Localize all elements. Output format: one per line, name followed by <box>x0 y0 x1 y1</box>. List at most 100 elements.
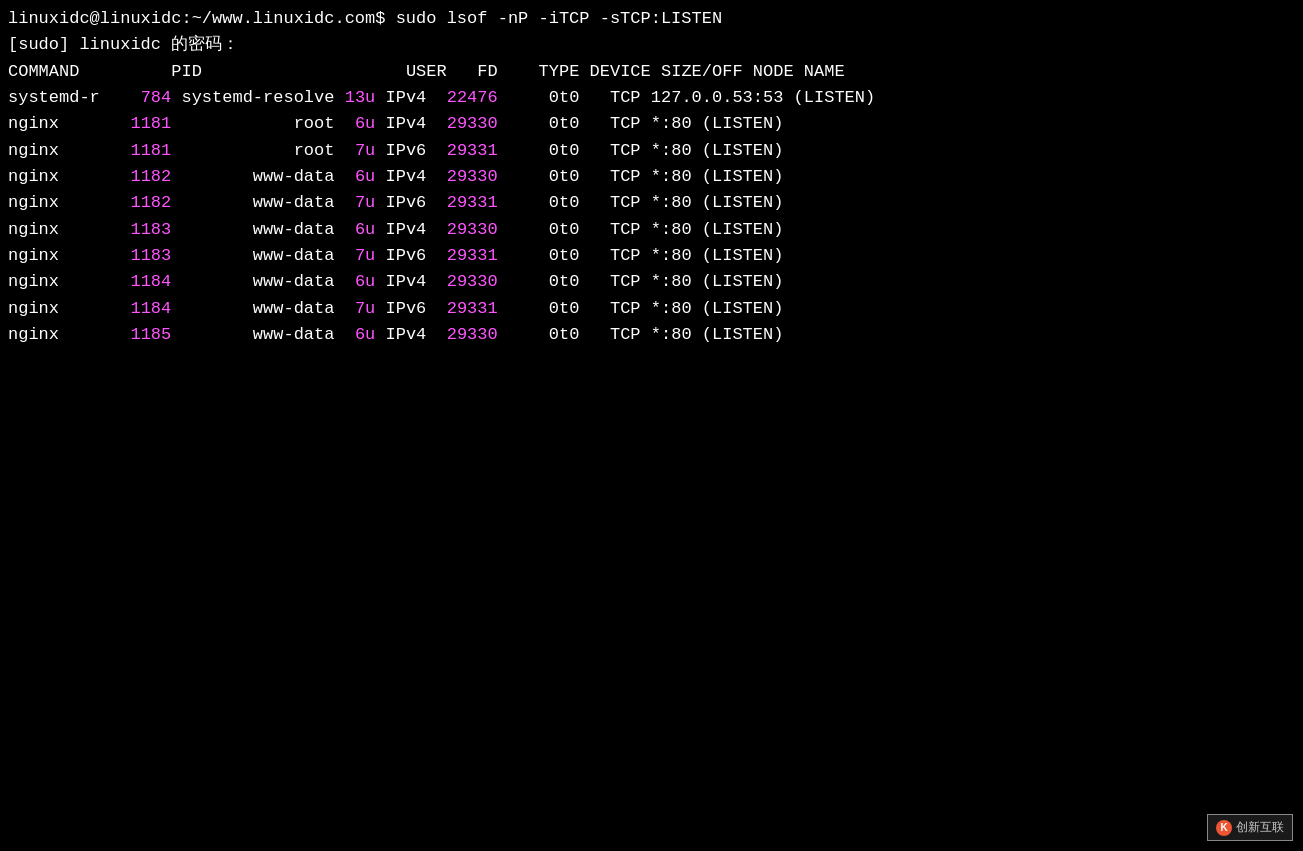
watermark: K 创新互联 <box>1207 814 1293 841</box>
table-body: systemd-r 784 systemd-resolve 13u IPv4 2… <box>8 85 1295 348</box>
row-size-off: 0t0 <box>498 193 580 212</box>
row-pid: 1184 <box>110 272 171 291</box>
row-command: nginx <box>8 246 110 265</box>
table-row: nginx 1183 www-data 6u IPv4 29330 0t0 TC… <box>8 217 1295 243</box>
header-device: DEVICE <box>590 62 651 81</box>
row-pid: 1181 <box>110 114 171 133</box>
header-size-off: SIZE/OFF <box>661 62 743 81</box>
row-user: www-data <box>171 220 334 239</box>
row-fd: 7u <box>334 193 375 212</box>
row-fd: 6u <box>334 114 375 133</box>
row-type: IPv6 <box>375 141 426 160</box>
row-name: *:80 (LISTEN) <box>641 193 784 212</box>
row-size-off: 0t0 <box>498 299 580 318</box>
row-type: IPv6 <box>375 193 426 212</box>
table-row: nginx 1184 www-data 7u IPv6 29331 0t0 TC… <box>8 296 1295 322</box>
row-size-off: 0t0 <box>498 114 580 133</box>
row-name: *:80 (LISTEN) <box>641 114 784 133</box>
row-pid: 784 <box>110 88 171 107</box>
header-type: TYPE <box>539 62 580 81</box>
row-size-off: 0t0 <box>498 272 580 291</box>
sudo-line: [sudo] linuxidc 的密码： <box>8 32 1295 58</box>
watermark-text: 创新互联 <box>1236 819 1284 836</box>
row-user: www-data <box>171 246 334 265</box>
row-type: IPv4 <box>375 325 426 344</box>
row-fd: 7u <box>334 141 375 160</box>
row-node: TCP <box>579 141 640 160</box>
row-user: www-data <box>171 325 334 344</box>
row-type: IPv6 <box>375 299 426 318</box>
header-command: COMMAND <box>8 62 79 81</box>
row-device: 29330 <box>426 272 497 291</box>
table-row: nginx 1183 www-data 7u IPv6 29331 0t0 TC… <box>8 243 1295 269</box>
row-user: www-data <box>171 272 334 291</box>
row-name: *:80 (LISTEN) <box>641 220 784 239</box>
row-name: *:80 (LISTEN) <box>641 272 784 291</box>
row-size-off: 0t0 <box>498 325 580 344</box>
row-user: systemd-resolve <box>171 88 334 107</box>
header-name: NAME <box>804 62 845 81</box>
row-node: TCP <box>579 272 640 291</box>
row-fd: 6u <box>334 325 375 344</box>
row-node: TCP <box>579 193 640 212</box>
row-command: nginx <box>8 193 110 212</box>
row-device: 29330 <box>426 325 497 344</box>
row-command: nginx <box>8 325 110 344</box>
row-node: TCP <box>579 299 640 318</box>
row-pid: 1181 <box>110 141 171 160</box>
header-user: USER <box>406 62 447 81</box>
row-node: TCP <box>579 220 640 239</box>
row-pid: 1183 <box>110 246 171 265</box>
row-name: 127.0.0.53:53 (LISTEN) <box>641 88 876 107</box>
row-command: nginx <box>8 272 110 291</box>
row-command: nginx <box>8 167 110 186</box>
prompt-text: linuxidc@linuxidc:~/www.linuxidc.com$ su… <box>8 9 722 28</box>
terminal: linuxidc@linuxidc:~/www.linuxidc.com$ su… <box>0 0 1303 354</box>
row-fd: 7u <box>334 299 375 318</box>
row-user: root <box>171 141 334 160</box>
sudo-text: [sudo] linuxidc 的密码： <box>8 35 239 54</box>
row-device: 29331 <box>426 141 497 160</box>
table-row: nginx 1184 www-data 6u IPv4 29330 0t0 TC… <box>8 269 1295 295</box>
row-node: TCP <box>579 246 640 265</box>
row-command: nginx <box>8 141 110 160</box>
row-size-off: 0t0 <box>498 141 580 160</box>
row-device: 29331 <box>426 246 497 265</box>
row-name: *:80 (LISTEN) <box>641 246 784 265</box>
row-name: *:80 (LISTEN) <box>641 167 784 186</box>
row-size-off: 0t0 <box>498 220 580 239</box>
row-fd: 6u <box>334 272 375 291</box>
prompt-line: linuxidc@linuxidc:~/www.linuxidc.com$ su… <box>8 6 1295 32</box>
table-row: nginx 1182 www-data 7u IPv6 29331 0t0 TC… <box>8 190 1295 216</box>
table-header: COMMAND PID USER FD TYPE DEVICE SIZE/OFF… <box>8 59 1295 85</box>
row-pid: 1182 <box>110 193 171 212</box>
row-node: TCP <box>579 88 640 107</box>
table-row: nginx 1181 root 6u IPv4 29330 0t0 TCP *:… <box>8 111 1295 137</box>
row-fd: 13u <box>334 88 375 107</box>
row-command: nginx <box>8 220 110 239</box>
row-type: IPv4 <box>375 114 426 133</box>
row-node: TCP <box>579 114 640 133</box>
row-node: TCP <box>579 325 640 344</box>
row-device: 22476 <box>426 88 497 107</box>
table-row: nginx 1185 www-data 6u IPv4 29330 0t0 TC… <box>8 322 1295 348</box>
row-size-off: 0t0 <box>498 167 580 186</box>
row-pid: 1183 <box>110 220 171 239</box>
row-user: www-data <box>171 193 334 212</box>
table-row: nginx 1182 www-data 6u IPv4 29330 0t0 TC… <box>8 164 1295 190</box>
row-device: 29331 <box>426 193 497 212</box>
row-size-off: 0t0 <box>498 246 580 265</box>
row-node: TCP <box>579 167 640 186</box>
row-size-off: 0t0 <box>498 88 580 107</box>
row-command: nginx <box>8 299 110 318</box>
watermark-icon: K <box>1216 820 1232 836</box>
header-fd: FD <box>477 62 497 81</box>
row-pid: 1185 <box>110 325 171 344</box>
row-user: www-data <box>171 167 334 186</box>
row-type: IPv4 <box>375 167 426 186</box>
row-user: root <box>171 114 334 133</box>
table-row: systemd-r 784 systemd-resolve 13u IPv4 2… <box>8 85 1295 111</box>
row-command: nginx <box>8 114 110 133</box>
row-fd: 6u <box>334 167 375 186</box>
row-device: 29330 <box>426 220 497 239</box>
